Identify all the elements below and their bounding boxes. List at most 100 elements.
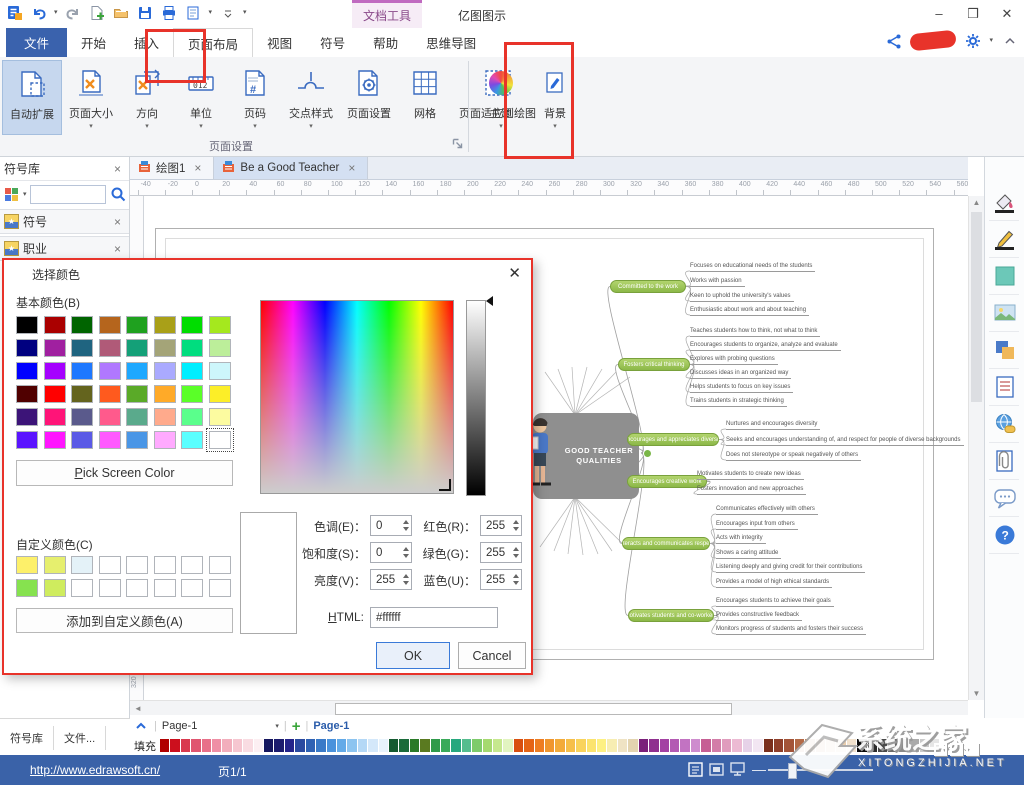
dialog-title-bar[interactable]: 选择颜色 ✕ — [4, 260, 531, 286]
basic-color-swatch[interactable] — [209, 385, 231, 403]
close-button[interactable]: ✕ — [990, 0, 1024, 27]
fill-color-swatch[interactable] — [483, 739, 492, 752]
spin-up-icon[interactable] — [513, 547, 519, 551]
mindmap-branch[interactable]: Motivates students and co-workers — [628, 609, 714, 622]
fill-color-swatch[interactable] — [327, 739, 336, 752]
pick-screen-color-button[interactable]: Pick Screen Color — [16, 460, 233, 486]
mindmap-leaf[interactable]: Trains students in strategic thinking — [690, 398, 787, 407]
fill-color-swatch[interactable] — [576, 739, 585, 752]
spin-up-icon[interactable] — [513, 520, 519, 524]
mindmap-leaf[interactable]: Explores with probing questions — [690, 356, 778, 365]
fill-color-swatch[interactable] — [160, 739, 169, 752]
picture-icon[interactable] — [993, 301, 1017, 325]
basic-color-swatch[interactable] — [99, 408, 121, 426]
symbol-section-符号[interactable]: ★符号× — [0, 209, 129, 234]
library-picker-caret-icon[interactable]: ▾ — [23, 191, 27, 198]
fill-color-swatch[interactable] — [878, 739, 887, 752]
horizontal-ruler[interactable]: -40-200204060801001201401601802002202402… — [130, 180, 968, 196]
scroll-left-icon[interactable]: ◄ — [132, 704, 144, 713]
spin-down-icon[interactable] — [513, 581, 519, 585]
basic-color-swatch[interactable] — [209, 362, 231, 380]
hue-saturation-picker[interactable] — [260, 300, 454, 494]
view-fit-icon[interactable] — [709, 762, 724, 780]
dropdown-caret-icon[interactable]: ▾ — [309, 121, 313, 133]
spin-up-icon[interactable] — [403, 574, 409, 578]
basic-color-swatch[interactable] — [71, 408, 93, 426]
mindmap-leaf[interactable]: Communicates effectively with others — [716, 506, 818, 515]
basic-color-swatch[interactable] — [154, 316, 176, 334]
basic-color-swatch[interactable] — [99, 362, 121, 380]
fill-color-swatch[interactable] — [701, 739, 710, 752]
custom-color-swatch[interactable] — [99, 579, 121, 597]
fill-color-swatch[interactable] — [597, 739, 606, 752]
fill-color-swatch[interactable] — [836, 739, 845, 752]
custom-color-swatch[interactable] — [71, 556, 93, 574]
more-caret-icon[interactable]: ▾ — [243, 9, 247, 16]
search-icon[interactable] — [109, 186, 126, 203]
fill-color-swatch[interactable] — [254, 739, 263, 752]
tab-插入[interactable]: 插入 — [120, 28, 173, 57]
basic-color-swatch[interactable] — [99, 431, 121, 449]
fill-color-swatch[interactable] — [233, 739, 242, 752]
gear-icon[interactable] — [964, 32, 981, 49]
mindmap-leaf[interactable]: Teaches students how to think, not what … — [690, 328, 820, 337]
custom-color-swatch[interactable] — [71, 579, 93, 597]
ribbon-item-units[interactable]: 012单位▾ — [174, 60, 228, 133]
fill-color-swatch[interactable] — [888, 739, 897, 752]
mindmap-leaf[interactable]: Seeks and encourages understanding of, a… — [726, 437, 964, 446]
value-slider[interactable] — [466, 300, 486, 496]
basic-color-swatch[interactable] — [99, 385, 121, 403]
fill-color-swatch[interactable] — [618, 739, 627, 752]
dropdown-caret-icon[interactable]: ▾ — [199, 121, 203, 133]
bottom-tab-文件...[interactable]: 文件... — [54, 726, 106, 750]
notes-icon[interactable] — [993, 375, 1017, 399]
fill-color-swatch[interactable] — [389, 739, 398, 752]
fill-color-swatch[interactable] — [420, 739, 429, 752]
fill-color-swatch[interactable] — [451, 739, 460, 752]
fill-color-swatch[interactable] — [691, 739, 700, 752]
collapse-pages-icon[interactable] — [132, 718, 149, 735]
basic-color-swatch[interactable] — [16, 431, 38, 449]
mindmap-leaf[interactable]: Nurtures and encourages diversity — [726, 421, 820, 430]
maximize-button[interactable]: ❒ — [956, 0, 990, 27]
mindmap-leaf[interactable]: Acts with integrity — [716, 535, 766, 544]
basic-color-swatch[interactable] — [154, 385, 176, 403]
mindmap-branch[interactable]: Committed to the work — [610, 280, 686, 293]
spin-down-icon[interactable] — [403, 581, 409, 585]
add-page-button[interactable]: + — [292, 719, 301, 734]
undo-caret-icon[interactable]: ▾ — [54, 9, 58, 16]
spinner-arrows-icon[interactable] — [510, 547, 521, 558]
basic-color-swatch[interactable] — [99, 316, 121, 334]
mindmap-leaf[interactable]: Focuses on educational needs of the stud… — [690, 263, 815, 272]
fill-color-swatch[interactable] — [285, 739, 294, 752]
fill-color-swatch[interactable] — [514, 739, 523, 752]
fill-color-swatch[interactable] — [358, 739, 367, 752]
fill-color-swatch[interactable] — [857, 739, 866, 752]
mindmap-leaf[interactable]: Works with passion — [690, 278, 745, 287]
collapse-dot[interactable] — [643, 449, 652, 458]
spin-up-icon[interactable] — [403, 547, 409, 551]
page-tab-caret-icon[interactable]: ▾ — [275, 723, 279, 730]
custom-color-swatch[interactable] — [99, 556, 121, 574]
vertical-scrollbar[interactable]: ▲ ▼ — [968, 196, 984, 700]
spinner-arrows-icon[interactable] — [400, 574, 411, 585]
fill-color-swatch[interactable] — [212, 739, 221, 752]
basic-color-swatch[interactable] — [154, 431, 176, 449]
basic-color-swatch[interactable] — [126, 316, 148, 334]
custom-color-swatch[interactable] — [154, 579, 176, 597]
open-file-icon[interactable] — [113, 4, 130, 21]
more-icon[interactable] — [219, 4, 236, 21]
spinbox[interactable]: 0 — [370, 515, 412, 536]
gear-caret-icon[interactable]: ▾ — [989, 37, 993, 44]
tab-文件[interactable]: 文件 — [6, 28, 67, 57]
spinbox[interactable]: 255 — [480, 542, 522, 563]
hyperlink-icon[interactable] — [993, 412, 1017, 436]
basic-color-swatch[interactable] — [44, 316, 66, 334]
basic-color-swatch[interactable] — [209, 431, 231, 449]
redo-icon[interactable] — [65, 4, 82, 21]
basic-color-swatch[interactable] — [71, 362, 93, 380]
zoom-out-icon[interactable]: — — [752, 761, 766, 777]
ribbon-item-orientation[interactable]: 方向▾ — [120, 60, 174, 133]
custom-color-swatch[interactable] — [181, 579, 203, 597]
fill-color-swatch[interactable] — [587, 739, 596, 752]
